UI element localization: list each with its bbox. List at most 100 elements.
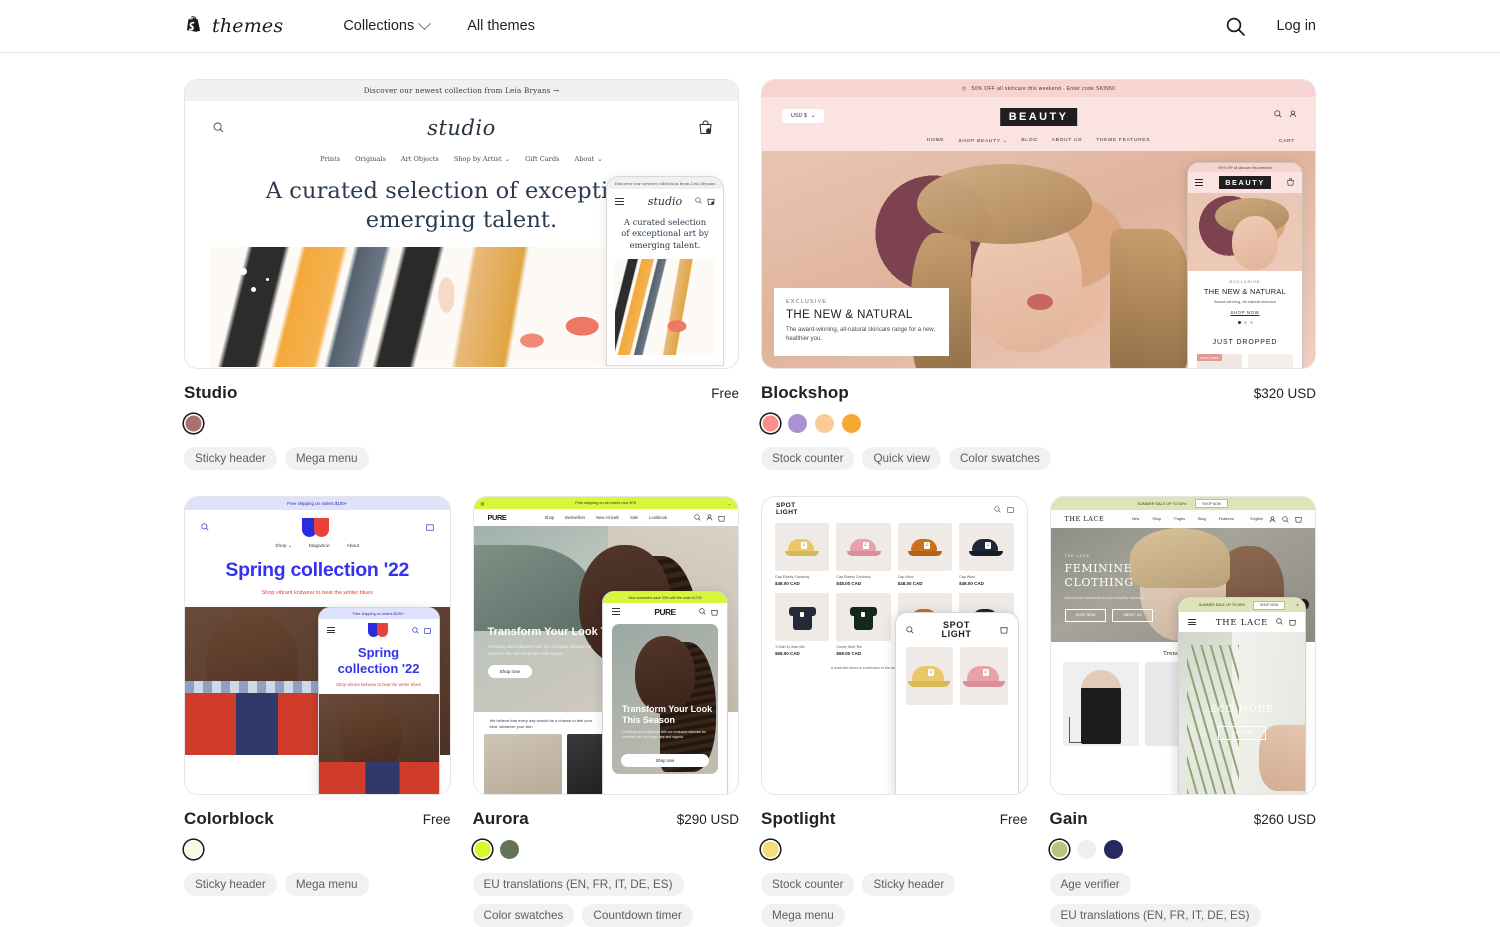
color-swatch[interactable] (815, 414, 834, 433)
hamburger-icon (1188, 617, 1196, 627)
theme-grid-row-1: Discover our newest collection from Leia… (0, 53, 1500, 470)
color-swatch[interactable] (788, 414, 807, 433)
blockshop-mobile-eyebrow: EXCLUSIVE (1229, 279, 1261, 284)
product-name: Cap Wool (959, 575, 975, 579)
nav-collections[interactable]: Collections (343, 16, 432, 34)
studio-announcement-bar: Discover our newest collection from Leia… (185, 80, 738, 101)
color-swatch[interactable] (499, 840, 519, 859)
feature-tag: Sticky header (184, 873, 277, 896)
gain-mobile-hero-image: ECO MODE SHOP NOW (1179, 632, 1305, 794)
site-header: themes Collections All themes Log in (0, 0, 1500, 53)
search-icon[interactable] (1225, 16, 1246, 37)
blockshop-mobile-mockup: 50% OFF all skincare this weekend BEAUTY… (1187, 162, 1303, 368)
studio-mobile-header: studio (607, 189, 723, 213)
gain-announcement-cta: SHOP NOW (1195, 499, 1229, 508)
blockshop-meta: Blockshop $320 USD (761, 383, 1316, 403)
color-swatch[interactable] (184, 414, 203, 433)
color-swatch[interactable] (761, 840, 780, 859)
theme-name: Colorblock (184, 809, 274, 828)
theme-price: Free (711, 386, 739, 401)
product-price: $68.00 CAD (775, 651, 800, 656)
spotlight-swatches (761, 840, 1028, 859)
nav-all-themes-label: All themes (467, 18, 535, 34)
product-image: C (960, 647, 1008, 705)
gain-mobile-mockup: SUMMER SALE UP TO 50% SHOP NOW ✕ THE LAC… (1178, 597, 1306, 794)
theme-preview-studio[interactable]: Discover our newest collection from Leia… (184, 79, 739, 369)
feature-tag: Countdown timer (582, 904, 693, 927)
spotlight-meta: Spotlight Free (761, 809, 1028, 829)
aurora-hero-cta: Shop now (487, 665, 532, 678)
aurora-mobile-title: Transform Your Look This Season (622, 703, 713, 725)
login-link[interactable]: Log in (1276, 18, 1316, 34)
studio-mobile-hero: A curated selection of exceptional art b… (621, 217, 709, 250)
theme-preview-blockshop[interactable]: ◷ 50% OFF all skincare this weekend - En… (761, 79, 1316, 369)
color-swatch[interactable] (1076, 840, 1096, 859)
gain-meta: Gain $260 USD (1050, 809, 1317, 829)
studio-swatches (184, 414, 739, 433)
gain-swatches (1049, 840, 1317, 859)
studio-mobile-logo: studio (647, 194, 683, 208)
colorblock-announcement-bar: Free shipping on orders $100+ (185, 497, 450, 510)
colorblock-search-icon (201, 522, 209, 532)
search-icon (905, 625, 914, 635)
feature-tag: Age verifier (1049, 873, 1131, 896)
blockshop-store-logo: BEAUTY (999, 108, 1078, 126)
spotlight-mobile-grid: C C (896, 647, 1018, 705)
blockshop-mobile-products (1188, 346, 1302, 368)
color-swatch[interactable] (1103, 840, 1123, 859)
theme-price: $260 USD (1253, 812, 1316, 827)
color-swatch[interactable] (472, 840, 492, 859)
nav-all-themes[interactable]: All themes (467, 18, 535, 34)
product-image: C (905, 647, 953, 705)
product-price: $48.00 CAD (836, 581, 862, 586)
theme-name: Aurora (472, 809, 529, 828)
aurora-mobile-hero-image: Transform Your Look This Season Travelli… (612, 624, 718, 774)
color-swatch[interactable] (842, 414, 861, 433)
feature-tag: EU translations (EN, FR, IT, DE, ES) (1049, 904, 1261, 927)
product-image: C (775, 523, 830, 571)
blockshop-mobile-hero-image (1188, 193, 1302, 271)
gain-hero-title: FEMININE CLOTHING (1064, 562, 1134, 589)
gain-hero-buttons: SHOP NOW ABOUT US (1064, 608, 1153, 622)
gain-about-us-button: ABOUT US (1112, 608, 1153, 622)
colorblock-hero-heading: Spring collection '22 (225, 559, 410, 581)
hamburger-icon (615, 196, 624, 207)
studio-cart-icon (699, 120, 712, 136)
blockshop-tags: Stock counter Quick view Color swatches (761, 447, 1316, 470)
feature-tag: Stock counter (761, 873, 855, 896)
color-swatch[interactable] (1049, 840, 1069, 859)
studio-nav-prints: Prints (320, 155, 341, 163)
studio-nav-shop-by-artist: Shop by Artist ⌄ (453, 155, 511, 163)
hamburger-icon (612, 606, 620, 616)
color-swatch[interactable] (184, 840, 203, 859)
studio-store-header: studio (185, 101, 738, 155)
feature-tag: EU translations (EN, FR, IT, DE, ES) (472, 873, 684, 896)
close-icon: ✕ (1295, 603, 1299, 607)
product-card: T-Shirt In Jean Mix $68.00 CAD (775, 593, 830, 656)
product-card: Crewe Shirt Tee $68.00 CAD (836, 593, 891, 656)
aurora-announcement-text: Free shipping on all orders over $75 (575, 501, 637, 505)
feature-tag: Color swatches (948, 447, 1051, 470)
studio-hero-line1: A curated selection of exceptional (265, 178, 658, 204)
theme-card-gain: SUMMER SALE UP TO 50% SHOP NOW THE LACE … (1049, 496, 1317, 927)
product-card: C Cap Wool $48.00 CAD (959, 523, 1014, 586)
brand-logo[interactable]: themes (184, 15, 283, 37)
theme-preview-aurora[interactable]: ▤ Free shipping on all orders over $75 ⌄… (472, 496, 739, 795)
colorblock-swatches (184, 840, 451, 859)
hamburger-icon (326, 625, 335, 635)
aurora-mobile-announcement: New customers save 20% with the code ULT… (603, 592, 727, 603)
theme-preview-colorblock[interactable]: Free shipping on orders $100+ Shop ⌄ Mag… (184, 496, 451, 795)
feature-tag: Sticky header (184, 447, 277, 470)
color-swatch[interactable] (761, 414, 780, 433)
colorblock-mobile-header (319, 619, 439, 641)
theme-preview-gain[interactable]: SUMMER SALE UP TO 50% SHOP NOW THE LACE … (1049, 496, 1316, 795)
aurora-store-header: PURE Shop Bestsellers New Arrivals Sale … (473, 509, 738, 526)
theme-preview-spotlight[interactable]: SPOT LIGHT C Cap Elderly Corduroy $48.00… (761, 496, 1028, 795)
colorblock-mobile-image (318, 694, 439, 794)
studio-mobile-mockup: Discover our newest collection from Leia… (606, 176, 724, 366)
gain-announcement-text: SUMMER SALE UP TO 50% (1137, 501, 1187, 506)
aurora-store-logo: PURE (487, 513, 507, 522)
feature-tag: Color swatches (472, 904, 575, 927)
theme-card-spotlight: SPOT LIGHT C Cap Elderly Corduroy $48.00… (761, 496, 1028, 927)
blockshop-mobile-announcement: 50% OFF all skincare this weekend (1188, 163, 1302, 172)
